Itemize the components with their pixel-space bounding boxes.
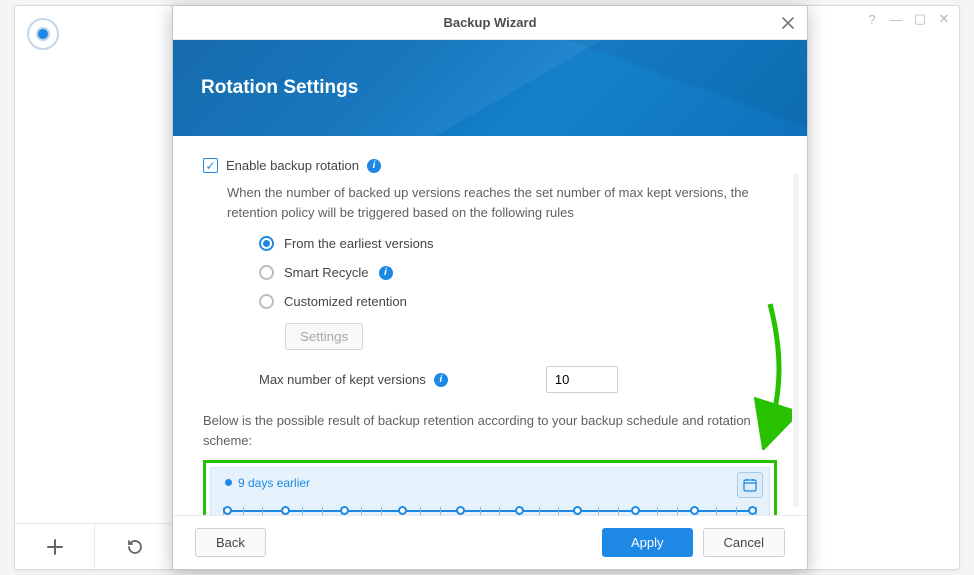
close-icon[interactable]: ✕ xyxy=(937,12,951,26)
radio-earliest[interactable] xyxy=(259,236,274,251)
modal-footer: Back Apply Cancel xyxy=(173,515,807,569)
max-versions-input[interactable] xyxy=(546,366,618,393)
cancel-button[interactable]: Cancel xyxy=(703,528,785,557)
info-icon[interactable]: i xyxy=(379,266,393,280)
radio-earliest-label: From the earliest versions xyxy=(284,236,434,251)
result-description: Below is the possible result of backup r… xyxy=(203,411,773,450)
info-icon[interactable]: i xyxy=(367,159,381,173)
timeline-points xyxy=(223,506,757,515)
modal-body: ✓ Enable backup rotation i When the numb… xyxy=(173,136,807,515)
timeline-label: 9 days earlier xyxy=(225,476,310,490)
timeline-highlight: 9 days earlier xyxy=(203,460,777,515)
backup-wizard-modal: Backup Wizard Rotation Settings ✓ Enable… xyxy=(172,5,808,570)
scrollbar[interactable] xyxy=(793,174,799,507)
app-icon xyxy=(27,18,59,50)
help-icon[interactable]: ? xyxy=(865,12,879,26)
modal-banner: Rotation Settings xyxy=(173,40,807,136)
radio-smart[interactable] xyxy=(259,265,274,280)
info-icon[interactable]: i xyxy=(434,373,448,387)
radio-custom-label: Customized retention xyxy=(284,294,407,309)
calendar-icon[interactable] xyxy=(737,472,763,498)
rotation-description: When the number of backed up versions re… xyxy=(227,183,777,222)
modal-close-icon[interactable] xyxy=(779,14,797,32)
bottom-toolbar xyxy=(15,523,175,569)
retention-settings-button: Settings xyxy=(285,323,363,350)
retention-radio-group: From the earliest versions Smart Recycle… xyxy=(259,236,777,393)
modal-title: Backup Wizard xyxy=(443,15,536,30)
maximize-icon[interactable]: ▢ xyxy=(913,12,927,26)
back-button[interactable]: Back xyxy=(195,528,266,557)
minimize-icon[interactable]: — xyxy=(889,12,903,26)
window-controls: ? — ▢ ✕ xyxy=(865,12,951,26)
max-versions-label: Max number of kept versions xyxy=(259,372,426,387)
add-button[interactable] xyxy=(15,524,95,569)
modal-heading: Rotation Settings xyxy=(201,77,358,99)
history-button[interactable] xyxy=(95,524,174,569)
modal-titlebar: Backup Wizard xyxy=(173,6,807,40)
radio-custom[interactable] xyxy=(259,294,274,309)
timeline: 9 days earlier xyxy=(210,467,770,515)
enable-rotation-checkbox[interactable]: ✓ xyxy=(203,158,218,173)
apply-button[interactable]: Apply xyxy=(602,528,693,557)
radio-smart-label: Smart Recycle xyxy=(284,265,369,280)
enable-rotation-label: Enable backup rotation xyxy=(226,158,359,173)
